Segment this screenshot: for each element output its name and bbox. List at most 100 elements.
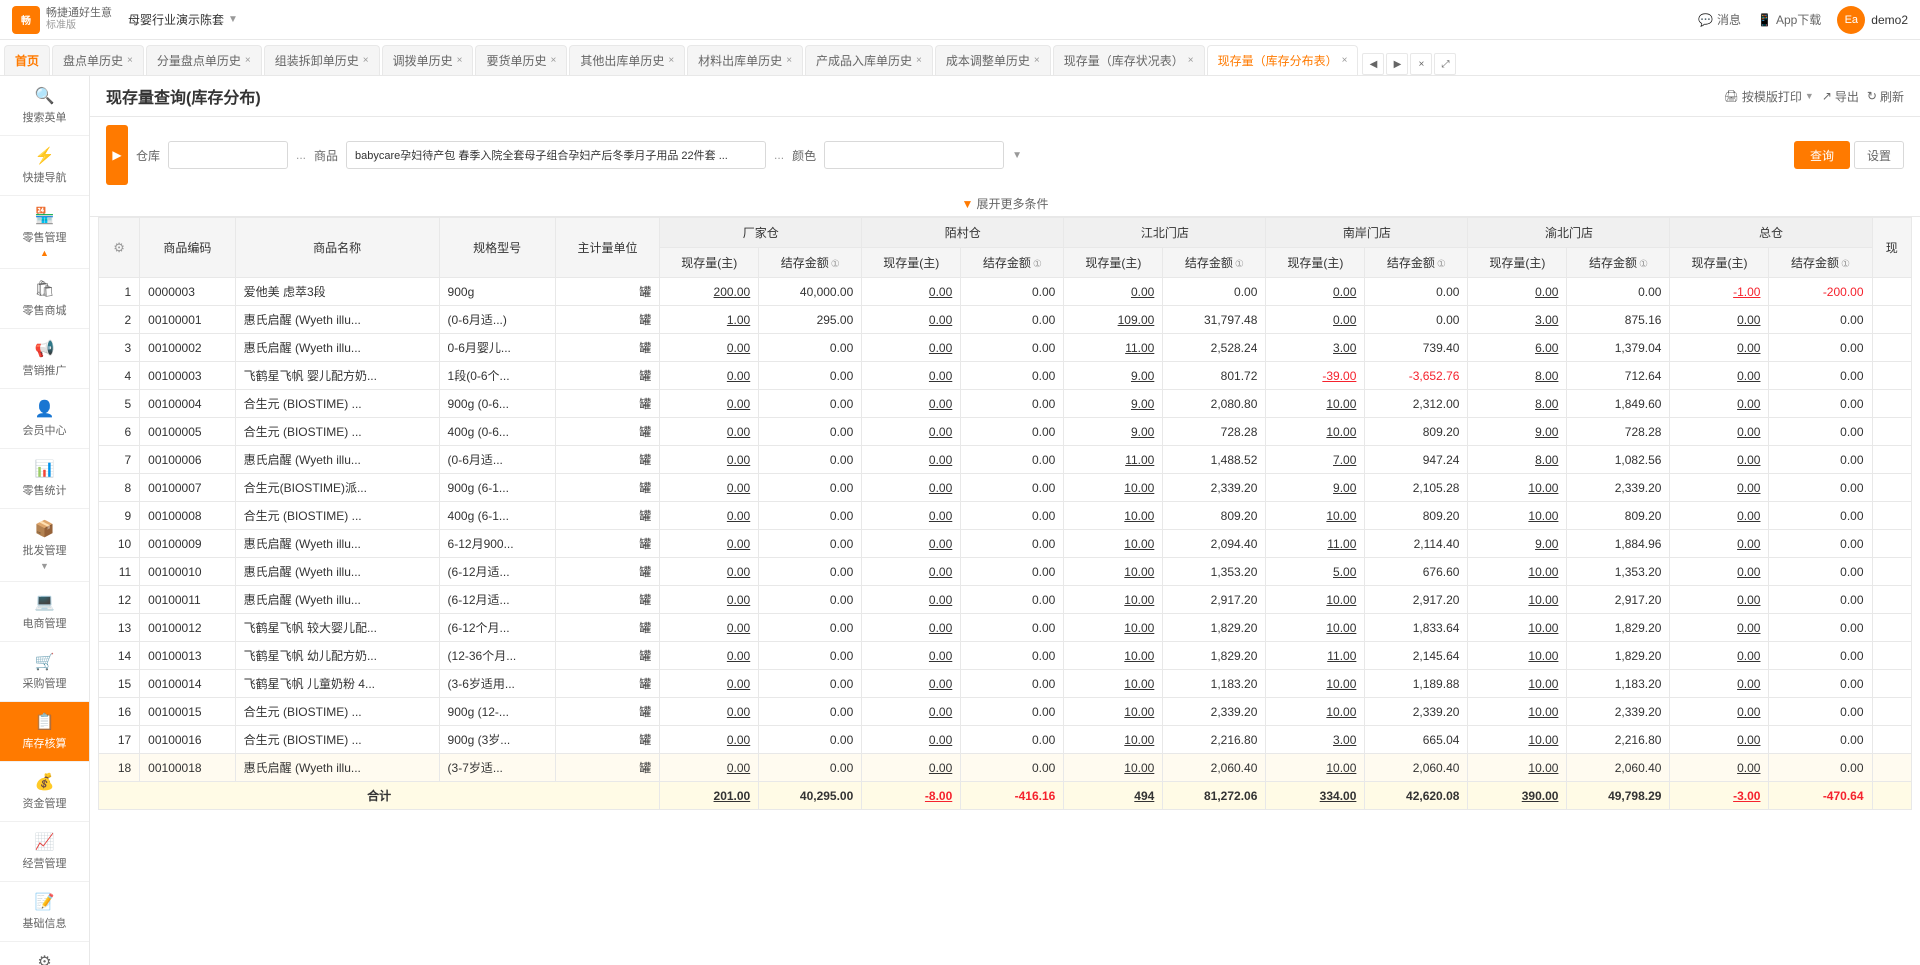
table-cell[interactable]: 8.00 (1468, 446, 1567, 474)
table-cell[interactable]: 0.00 (1670, 586, 1769, 614)
table-cell[interactable]: 9.00 (1468, 530, 1567, 558)
table-cell[interactable]: 0.00 (1670, 754, 1769, 782)
sidebar-item-operation[interactable]: 📈 经营管理 (0, 822, 89, 882)
refresh-button[interactable]: ↻ 刷新 (1867, 88, 1904, 105)
summary-jb-qty[interactable]: 494 (1064, 782, 1163, 810)
table-cell[interactable]: 0.00 (862, 558, 961, 586)
app-download-button[interactable]: 📱 App下载 (1757, 11, 1821, 28)
table-cell[interactable]: 10.00 (1064, 754, 1163, 782)
info-icon-mc[interactable]: ① (1033, 259, 1042, 270)
table-cell[interactable]: 9.00 (1064, 362, 1163, 390)
tab-stock-dist[interactable]: 现存量（库存分布表） × (1207, 45, 1359, 75)
table-cell[interactable]: -1.00 (1670, 278, 1769, 306)
table-cell[interactable]: 10.00 (1064, 502, 1163, 530)
table-cell[interactable]: 0.00 (1670, 726, 1769, 754)
sidebar-item-stock[interactable]: 📋 库存核算 (0, 702, 89, 762)
table-cell[interactable]: 10.00 (1266, 754, 1365, 782)
tab-nav-expand[interactable]: ⤢ (1434, 53, 1456, 75)
table-cell[interactable]: 9.00 (1064, 390, 1163, 418)
table-cell[interactable]: 10.00 (1266, 586, 1365, 614)
print-button[interactable]: 🖨 按模版打印 ▼ (1724, 88, 1814, 105)
message-button[interactable]: 💬 消息 (1698, 11, 1741, 28)
summary-mc-qty[interactable]: -8.00 (862, 782, 961, 810)
tab-close-inventory[interactable]: × (127, 55, 133, 66)
sidebar-item-wholesale[interactable]: 📦 批发管理 ▼ (0, 509, 89, 582)
table-cell[interactable]: 10.00 (1266, 698, 1365, 726)
info-icon-jb[interactable]: ① (1235, 259, 1244, 270)
table-cell[interactable]: 10.00 (1468, 754, 1567, 782)
table-cell[interactable]: 10.00 (1468, 586, 1567, 614)
table-cell[interactable]: 0.00 (1670, 474, 1769, 502)
table-cell[interactable]: 11.00 (1064, 446, 1163, 474)
table-cell[interactable]: 0.00 (660, 334, 759, 362)
table-cell[interactable]: 0.00 (660, 558, 759, 586)
table-cell[interactable]: 0.00 (660, 446, 759, 474)
table-cell[interactable]: 0.00 (660, 642, 759, 670)
table-cell[interactable]: 109.00 (1064, 306, 1163, 334)
sidebar-item-ecom[interactable]: 💻 电商管理 (0, 582, 89, 642)
table-cell[interactable]: 0.00 (862, 698, 961, 726)
sidebar-item-retail-stat[interactable]: 📊 零售统计 (0, 449, 89, 509)
tab-nav-close-all[interactable]: × (1410, 53, 1432, 75)
table-cell[interactable]: 10.00 (1266, 614, 1365, 642)
table-cell[interactable]: 0.00 (862, 362, 961, 390)
tab-close-product-in[interactable]: × (916, 55, 922, 66)
table-cell[interactable]: 10.00 (1064, 530, 1163, 558)
tab-stock-status[interactable]: 现存量（库存状况表） × (1053, 45, 1205, 75)
table-cell[interactable]: 0.00 (1670, 446, 1769, 474)
table-cell[interactable]: 0.00 (1670, 698, 1769, 726)
table-cell[interactable]: 10.00 (1468, 614, 1567, 642)
table-cell[interactable]: 5.00 (1266, 558, 1365, 586)
tab-close-stock-status[interactable]: × (1188, 55, 1194, 66)
table-cell[interactable]: 10.00 (1064, 586, 1163, 614)
sidebar-item-member[interactable]: 👤 会员中心 (0, 389, 89, 449)
table-cell[interactable]: 1.00 (660, 306, 759, 334)
sidebar-item-system[interactable]: ⚙ 系统管理 (0, 942, 89, 965)
tab-split[interactable]: 分量盘点单历史 × (146, 45, 262, 75)
table-cell[interactable]: 10.00 (1064, 642, 1163, 670)
industry-selector[interactable]: 母婴行业演示陈套 ▼ (128, 11, 238, 28)
table-cell[interactable]: 10.00 (1468, 670, 1567, 698)
table-cell[interactable]: 10.00 (1468, 642, 1567, 670)
tab-product-in[interactable]: 产成品入库单历史 × (805, 45, 933, 75)
table-cell[interactable]: 10.00 (1468, 726, 1567, 754)
setting-button[interactable]: 设置 (1854, 141, 1904, 169)
table-cell[interactable]: 10.00 (1468, 558, 1567, 586)
info-icon-total[interactable]: ① (1841, 259, 1850, 270)
col-settings[interactable]: ⚙ (99, 218, 140, 278)
sidebar-item-search[interactable]: 🔍 搜索英单 (0, 76, 89, 136)
sidebar-item-purchase[interactable]: 🛒 采购管理 (0, 642, 89, 702)
table-cell[interactable]: 11.00 (1266, 642, 1365, 670)
table-cell[interactable]: 0.00 (1670, 642, 1769, 670)
sidebar-item-retail[interactable]: 🏪 零售管理 ▲ (0, 196, 89, 269)
table-cell[interactable]: 9.00 (1064, 418, 1163, 446)
table-cell[interactable]: 0.00 (862, 642, 961, 670)
table-cell[interactable]: 0.00 (862, 446, 961, 474)
table-cell[interactable]: 0.00 (660, 670, 759, 698)
tab-inventory[interactable]: 盘点单历史 × (52, 45, 144, 75)
table-cell[interactable]: 10.00 (1266, 390, 1365, 418)
table-cell[interactable]: 0.00 (660, 754, 759, 782)
table-cell[interactable]: 0.00 (1670, 362, 1769, 390)
table-cell[interactable]: 0.00 (862, 726, 961, 754)
color-input[interactable] (824, 141, 1004, 169)
table-cell[interactable]: 0.00 (862, 670, 961, 698)
table-cell[interactable]: 0.00 (1670, 418, 1769, 446)
goods-input[interactable] (346, 141, 766, 169)
table-cell[interactable]: 10.00 (1064, 558, 1163, 586)
tab-close-cost-adjust[interactable]: × (1034, 55, 1040, 66)
table-cell[interactable]: 0.00 (862, 530, 961, 558)
table-cell[interactable]: 10.00 (1064, 670, 1163, 698)
table-cell[interactable]: 10.00 (1468, 474, 1567, 502)
tab-close-other-out[interactable]: × (668, 55, 674, 66)
table-cell[interactable]: 0.00 (1266, 278, 1365, 306)
table-cell[interactable]: 3.00 (1468, 306, 1567, 334)
sidebar-item-marketing[interactable]: 📢 营销推广 (0, 329, 89, 389)
table-cell[interactable]: 0.00 (862, 614, 961, 642)
table-cell[interactable]: 0.00 (1670, 502, 1769, 530)
warehouse-input[interactable] (168, 141, 288, 169)
table-cell[interactable]: 0.00 (862, 754, 961, 782)
table-cell[interactable]: 3.00 (1266, 726, 1365, 754)
table-cell[interactable]: 0.00 (660, 474, 759, 502)
sidebar-item-finance[interactable]: 💰 资金管理 (0, 762, 89, 822)
